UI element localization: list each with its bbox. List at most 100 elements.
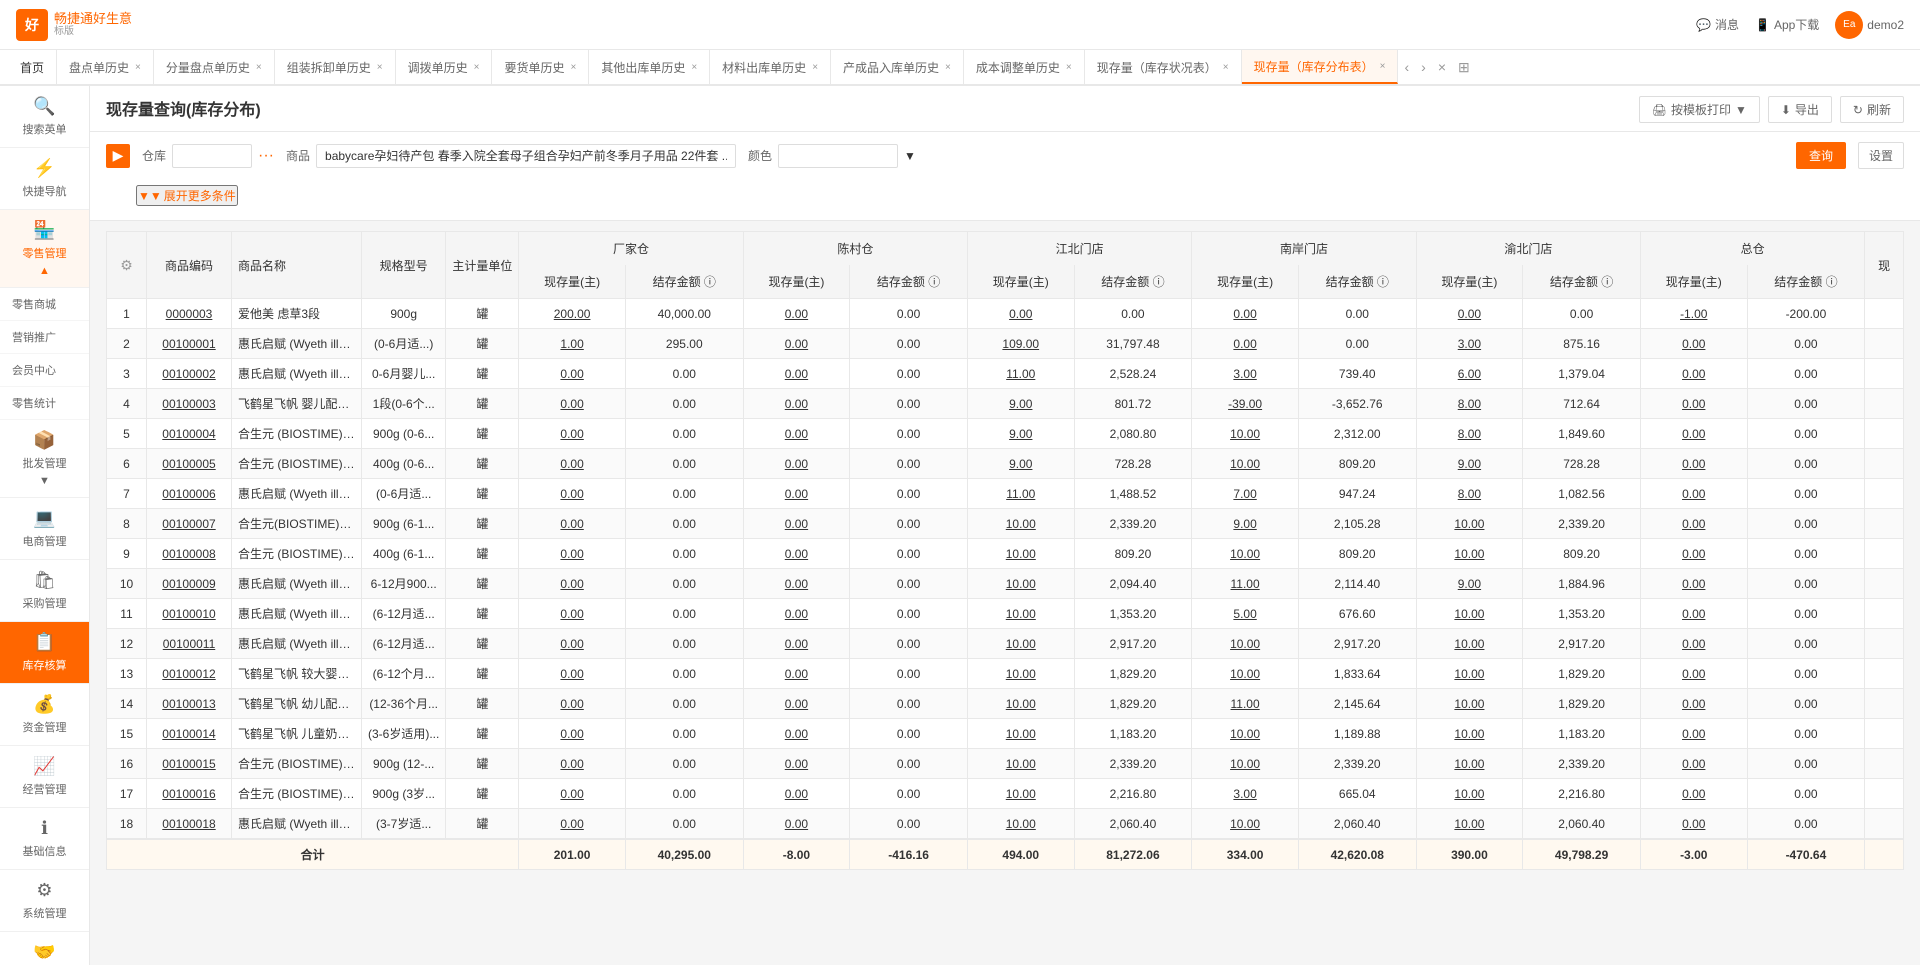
tab-1[interactable]: 盘点单历史 × — [57, 50, 154, 84]
row-jb-stock[interactable]: 9.00 — [968, 389, 1075, 419]
row-jb-stock[interactable]: 10.00 — [968, 689, 1075, 719]
row-tot-stock[interactable]: 0.00 — [1641, 539, 1748, 569]
warehouse-input[interactable] — [172, 144, 252, 168]
row-na-stock[interactable]: 3.00 — [1192, 359, 1299, 389]
row-na-stock[interactable]: 10.00 — [1192, 659, 1299, 689]
row-yb-stock[interactable]: 10.00 — [1416, 629, 1523, 659]
row-fac-stock[interactable]: 0.00 — [519, 359, 626, 389]
sidebar-item-operations[interactable]: 📈 经营管理 — [0, 746, 89, 808]
message-action[interactable]: 💬 消息 — [1696, 16, 1739, 33]
tab-prev-btn[interactable]: ‹ — [1398, 59, 1415, 75]
tab-5[interactable]: 要货单历史 × — [492, 50, 589, 84]
row-na-stock[interactable]: 10.00 — [1192, 539, 1299, 569]
row-tot-stock[interactable]: 0.00 — [1641, 569, 1748, 599]
row-chen-stock[interactable]: 0.00 — [743, 479, 850, 509]
query-button[interactable]: 查询 — [1796, 142, 1846, 169]
row-chen-stock[interactable]: 0.00 — [743, 299, 850, 329]
row-na-stock[interactable]: -39.00 — [1192, 389, 1299, 419]
tab-8[interactable]: 产成品入库单历史 × — [831, 50, 964, 84]
row-na-stock[interactable]: 10.00 — [1192, 809, 1299, 840]
row-code[interactable]: 0000003 — [147, 299, 232, 329]
row-jb-stock[interactable]: 10.00 — [968, 809, 1075, 840]
row-jb-stock[interactable]: 9.00 — [968, 419, 1075, 449]
row-na-stock[interactable]: 7.00 — [1192, 479, 1299, 509]
row-fac-stock[interactable]: 0.00 — [519, 449, 626, 479]
row-yb-stock[interactable]: 3.00 — [1416, 329, 1523, 359]
row-na-stock[interactable]: 10.00 — [1192, 629, 1299, 659]
row-jb-stock[interactable]: 10.00 — [968, 569, 1075, 599]
tab-11-active[interactable]: 现存量（库存分布表） × — [1242, 50, 1399, 84]
row-code[interactable]: 00100003 — [147, 389, 232, 419]
row-code[interactable]: 00100008 — [147, 539, 232, 569]
settings-button[interactable]: 设置 — [1858, 142, 1904, 169]
row-tot-stock[interactable]: -1.00 — [1641, 299, 1748, 329]
expand-conditions-btn[interactable]: ▼▼ 展开更多条件 — [136, 185, 238, 206]
row-chen-stock[interactable]: 0.00 — [743, 539, 850, 569]
tab-close-all-btn[interactable]: × — [1432, 59, 1452, 75]
row-chen-stock[interactable]: 0.00 — [743, 419, 850, 449]
close-icon[interactable]: × — [1223, 62, 1229, 73]
row-yb-stock[interactable]: 10.00 — [1416, 719, 1523, 749]
row-chen-stock[interactable]: 0.00 — [743, 509, 850, 539]
row-na-stock[interactable]: 0.00 — [1192, 329, 1299, 359]
row-jb-stock[interactable]: 10.00 — [968, 599, 1075, 629]
row-jb-stock[interactable]: 10.00 — [968, 779, 1075, 809]
sidebar-sub-marketing[interactable]: 营销推广 — [0, 321, 89, 354]
sidebar-item-purchase[interactable]: 🛍 采购管理 — [0, 560, 89, 622]
export-button[interactable]: ⬇ 导出 — [1768, 96, 1832, 123]
row-jb-stock[interactable]: 10.00 — [968, 719, 1075, 749]
row-jb-stock[interactable]: 9.00 — [968, 449, 1075, 479]
tab-10[interactable]: 现存量（库存状况表） × — [1085, 50, 1242, 84]
row-fac-stock[interactable]: 1.00 — [519, 329, 626, 359]
row-yb-stock[interactable]: 9.00 — [1416, 569, 1523, 599]
close-icon[interactable]: × — [945, 62, 951, 73]
row-chen-stock[interactable]: 0.00 — [743, 719, 850, 749]
row-yb-stock[interactable]: 10.00 — [1416, 509, 1523, 539]
close-icon[interactable]: × — [1066, 62, 1072, 73]
row-tot-stock[interactable]: 0.00 — [1641, 629, 1748, 659]
row-na-stock[interactable]: 0.00 — [1192, 299, 1299, 329]
row-yb-stock[interactable]: 0.00 — [1416, 299, 1523, 329]
row-fac-stock[interactable]: 0.00 — [519, 809, 626, 840]
close-icon[interactable]: × — [256, 62, 262, 73]
row-code[interactable]: 00100016 — [147, 779, 232, 809]
row-fac-stock[interactable]: 0.00 — [519, 569, 626, 599]
sidebar-item-system[interactable]: ⚙ 系统管理 — [0, 870, 89, 932]
row-jb-stock[interactable]: 11.00 — [968, 359, 1075, 389]
tab-home[interactable]: 首页 — [8, 50, 57, 84]
row-yb-stock[interactable]: 10.00 — [1416, 599, 1523, 629]
row-code[interactable]: 00100012 — [147, 659, 232, 689]
row-tot-stock[interactable]: 0.00 — [1641, 719, 1748, 749]
row-code[interactable]: 00100001 — [147, 329, 232, 359]
row-na-stock[interactable]: 10.00 — [1192, 419, 1299, 449]
row-tot-stock[interactable]: 0.00 — [1641, 359, 1748, 389]
sidebar-sub-member[interactable]: 会员中心 — [0, 354, 89, 387]
row-na-stock[interactable]: 11.00 — [1192, 689, 1299, 719]
row-chen-stock[interactable]: 0.00 — [743, 779, 850, 809]
sidebar-sub-retail-store[interactable]: 零售商城 — [0, 288, 89, 321]
row-na-stock[interactable]: 10.00 — [1192, 449, 1299, 479]
row-na-stock[interactable]: 5.00 — [1192, 599, 1299, 629]
row-na-stock[interactable]: 10.00 — [1192, 749, 1299, 779]
row-code[interactable]: 00100015 — [147, 749, 232, 779]
row-tot-stock[interactable]: 0.00 — [1641, 659, 1748, 689]
row-code[interactable]: 00100013 — [147, 689, 232, 719]
row-chen-stock[interactable]: 0.00 — [743, 599, 850, 629]
row-chen-stock[interactable]: 0.00 — [743, 389, 850, 419]
tab-3[interactable]: 组装拆卸单历史 × — [275, 50, 396, 84]
row-jb-stock[interactable]: 10.00 — [968, 659, 1075, 689]
row-fac-stock[interactable]: 0.00 — [519, 689, 626, 719]
row-tot-stock[interactable]: 0.00 — [1641, 749, 1748, 779]
row-fac-stock[interactable]: 0.00 — [519, 719, 626, 749]
row-yb-stock[interactable]: 8.00 — [1416, 479, 1523, 509]
app-download-action[interactable]: 📱 App下载 — [1755, 16, 1819, 33]
row-tot-stock[interactable]: 0.00 — [1641, 689, 1748, 719]
row-yb-stock[interactable]: 9.00 — [1416, 449, 1523, 479]
row-fac-stock[interactable]: 0.00 — [519, 749, 626, 779]
print-button[interactable]: 🖨 按模板打印 ▼ — [1639, 96, 1760, 123]
sidebar-item-wholesale[interactable]: 📦 批发管理 ▼ — [0, 420, 89, 498]
row-code[interactable]: 00100002 — [147, 359, 232, 389]
row-chen-stock[interactable]: 0.00 — [743, 329, 850, 359]
sidebar-item-nav[interactable]: ⚡ 快捷导航 — [0, 148, 89, 210]
row-na-stock[interactable]: 3.00 — [1192, 779, 1299, 809]
